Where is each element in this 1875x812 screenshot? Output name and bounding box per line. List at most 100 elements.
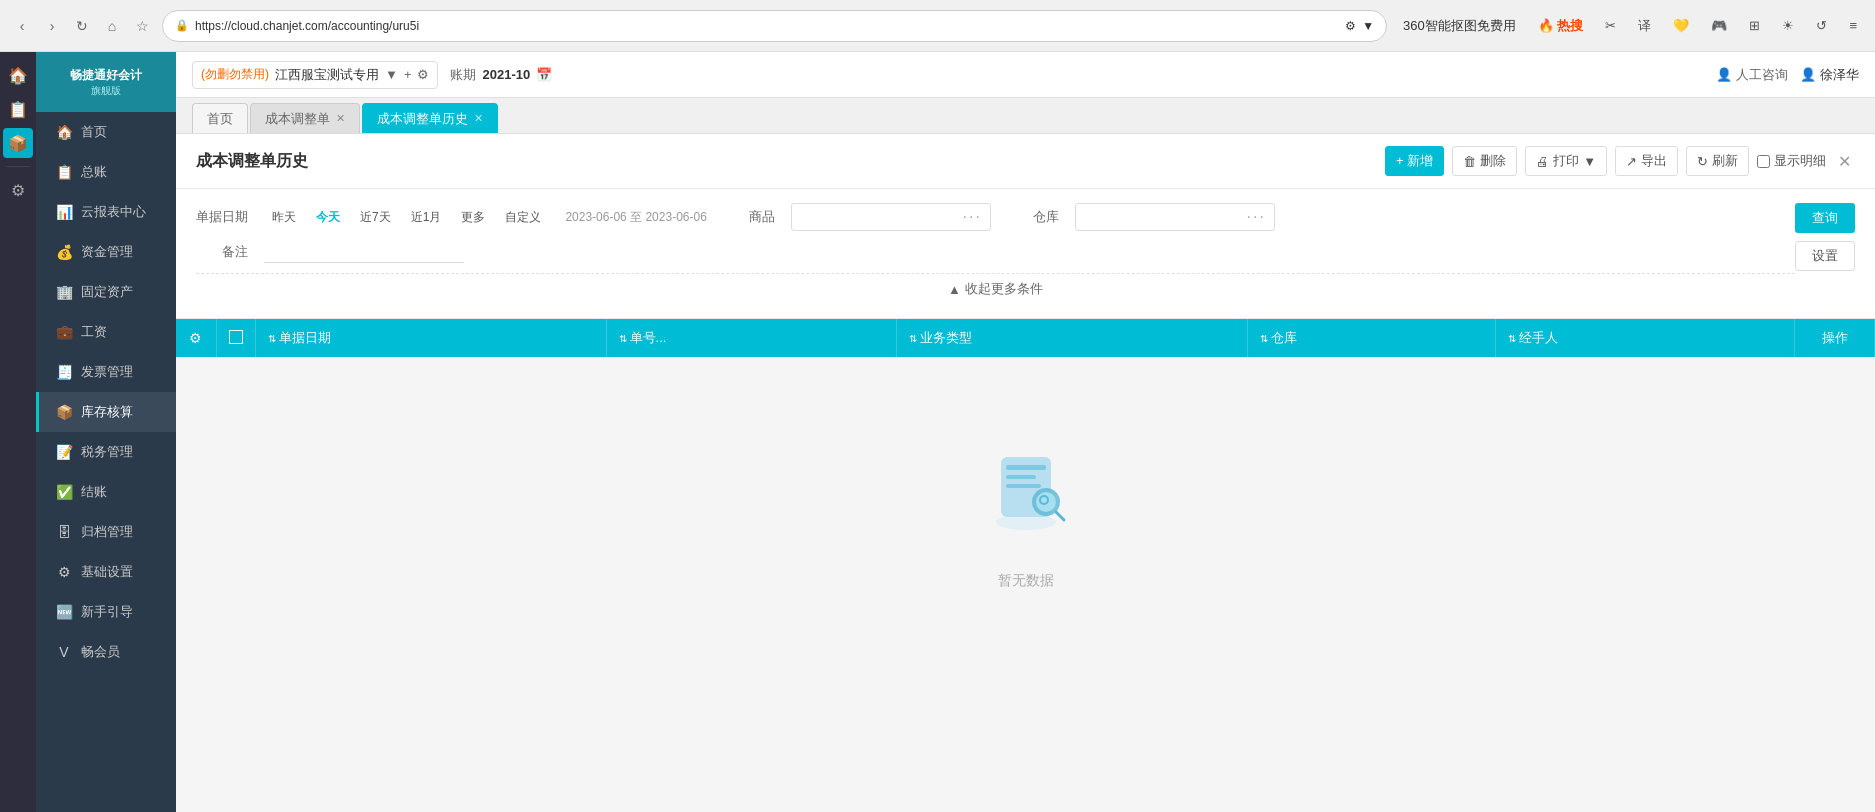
warehouse-filter-label: 仓库 — [1007, 208, 1059, 226]
new-btn[interactable]: + 新增 — [1385, 146, 1444, 176]
th-number[interactable]: 单号... — [606, 319, 897, 357]
th-gear[interactable]: ⚙ — [176, 319, 216, 357]
address-bar[interactable]: 🔒 https://cloud.chanjet.com/accounting/u… — [162, 10, 1387, 42]
th-checkbox[interactable] — [216, 319, 255, 357]
user-btn[interactable]: 👤 徐泽华 — [1800, 66, 1859, 84]
th-date[interactable]: 单据日期 — [255, 319, 606, 357]
export-btn[interactable]: ↗ 导出 — [1615, 146, 1678, 176]
filter-row-2: 备注 — [196, 241, 1795, 263]
header-checkbox[interactable] — [229, 330, 243, 344]
game-tool[interactable]: 🎮 — [1703, 14, 1735, 37]
tab-cost-adjust-history-close[interactable]: ✕ — [474, 112, 483, 125]
collapse-btn[interactable]: ▲ 收起更多条件 — [196, 273, 1795, 304]
calendar-icon[interactable]: 📅 — [536, 67, 552, 82]
home-button[interactable]: ⌂ — [100, 14, 124, 38]
sidebar-item-assets[interactable]: 🏢 固定资产 — [36, 272, 176, 312]
sidebar-item-salary[interactable]: 💼 工资 — [36, 312, 176, 352]
remark-input[interactable] — [264, 241, 464, 263]
sidebar-item-vip[interactable]: V 畅会员 — [36, 632, 176, 672]
sidebar-nav: 🏠 首页 📋 总账 📊 云报表中心 💰 资金管理 🏢 固定资产 💼 工资 — [36, 112, 176, 812]
company-settings-icon: ⚙ — [417, 67, 429, 82]
funds-icon: 💰 — [55, 244, 73, 260]
settings-icon: ⚙ — [55, 564, 73, 580]
tab-cost-adjust-history[interactable]: 成本调整单历史 ✕ — [362, 103, 498, 133]
tab-bar: 首页 成本调整单 ✕ 成本调整单历史 ✕ — [176, 98, 1875, 134]
sidebar-item-invoice[interactable]: 🧾 发票管理 — [36, 352, 176, 392]
tab-cost-adjust-close[interactable]: ✕ — [336, 112, 345, 125]
sidebar-label-tax: 税务管理 — [81, 443, 133, 461]
consult-label: 人工咨询 — [1736, 66, 1788, 84]
th-warehouse[interactable]: 仓库 — [1248, 319, 1495, 357]
export-icon: ↗ — [1626, 154, 1637, 169]
svg-line-7 — [1056, 512, 1064, 520]
iconbar-item-1[interactable]: 🏠 — [3, 60, 33, 90]
reports-icon: 📊 — [55, 204, 73, 220]
menu-tool[interactable]: ≡ — [1841, 14, 1865, 37]
back-button[interactable]: ‹ — [10, 14, 34, 38]
iconbar-item-active[interactable]: 📦 — [3, 128, 33, 158]
forward-button[interactable]: › — [40, 14, 64, 38]
th-handler[interactable]: 经手人 — [1495, 319, 1794, 357]
print-dropdown: ▼ — [1583, 154, 1596, 169]
sidebar-item-home[interactable]: 🏠 首页 — [36, 112, 176, 152]
period-info: 账期 2021-10 📅 — [450, 66, 552, 84]
goods-select[interactable]: ··· — [791, 203, 991, 231]
grid-tool[interactable]: ⊞ — [1741, 14, 1768, 37]
th-biz-type[interactable]: 业务类型 — [897, 319, 1248, 357]
app-logo[interactable]: 畅捷通好会计 旗舰版 — [36, 52, 176, 112]
star-button[interactable]: ☆ — [130, 14, 154, 38]
export-label: 导出 — [1641, 152, 1667, 170]
sidebar-item-funds[interactable]: 💰 资金管理 — [36, 232, 176, 272]
closing-icon: ✅ — [55, 484, 73, 500]
refresh-btn[interactable]: ↻ 刷新 — [1686, 146, 1749, 176]
delete-btn[interactable]: 🗑 删除 — [1452, 146, 1517, 176]
data-table: ⚙ 单据日期 单号... 业务类型 仓库 经手人 操作 — [176, 319, 1875, 357]
print-btn[interactable]: 🖨 打印 ▼ — [1525, 146, 1607, 176]
company-selector[interactable]: (勿删勿禁用) 江西服宝测试专用 ▼ + ⚙ — [192, 61, 438, 89]
translate-tool[interactable]: 译 — [1630, 13, 1659, 39]
shortcut-7days[interactable]: 近7天 — [352, 207, 399, 228]
empty-text: 暂无数据 — [998, 572, 1054, 590]
show-detail-checkbox[interactable]: 显示明细 — [1757, 152, 1826, 170]
consult-icon: 👤 — [1716, 67, 1732, 82]
sidebar-item-ledger[interactable]: 📋 总账 — [36, 152, 176, 192]
search-360-btn[interactable]: 360智能抠图免费用 — [1395, 13, 1524, 39]
wallet-tool[interactable]: 💛 — [1665, 14, 1697, 37]
reload-button[interactable]: ↻ — [70, 14, 94, 38]
tab-home[interactable]: 首页 — [192, 103, 248, 133]
iconbar-item-2[interactable]: 📋 — [3, 94, 33, 124]
show-detail-input[interactable] — [1757, 155, 1770, 168]
warehouse-select[interactable]: ··· — [1075, 203, 1275, 231]
shortcut-1month[interactable]: 近1月 — [403, 207, 450, 228]
history-tool[interactable]: ↺ — [1808, 14, 1835, 37]
dropdown-icon: ▼ — [1362, 19, 1374, 33]
shortcut-more[interactable]: 更多 — [453, 207, 493, 228]
assets-icon: 🏢 — [55, 284, 73, 300]
consult-btn[interactable]: 👤 人工咨询 — [1716, 66, 1788, 84]
sidebar-item-settings[interactable]: ⚙ 基础设置 — [36, 552, 176, 592]
delete-label: 删除 — [1480, 152, 1506, 170]
query-btn[interactable]: 查询 — [1795, 203, 1855, 233]
browser-nav-buttons: ‹ › ↻ ⌂ ☆ — [10, 14, 154, 38]
theme-tool[interactable]: ☀ — [1774, 14, 1802, 37]
sidebar-item-guide[interactable]: 🆕 新手引导 — [36, 592, 176, 632]
sidebar-item-archive[interactable]: 🗄 归档管理 — [36, 512, 176, 552]
gear-icon[interactable]: ⚙ — [189, 330, 202, 346]
sidebar-item-inventory[interactable]: 📦 库存核算 — [36, 392, 176, 432]
sidebar-item-reports[interactable]: 📊 云报表中心 — [36, 192, 176, 232]
page-title: 成本调整单历史 — [196, 151, 308, 172]
shortcut-yesterday[interactable]: 昨天 — [264, 207, 304, 228]
sidebar-item-tax[interactable]: 📝 税务管理 — [36, 432, 176, 472]
iconbar-item-3[interactable]: ⚙ — [3, 175, 33, 205]
filter-settings-btn[interactable]: 设置 — [1795, 241, 1855, 271]
tab-cost-adjust[interactable]: 成本调整单 ✕ — [250, 103, 360, 133]
sidebar-item-closing[interactable]: ✅ 结账 — [36, 472, 176, 512]
shortcut-custom[interactable]: 自定义 — [497, 207, 549, 228]
scissors-tool[interactable]: ✂ — [1597, 14, 1624, 37]
page-close-btn[interactable]: ✕ — [1834, 148, 1855, 175]
sidebar-label-salary: 工资 — [81, 323, 107, 341]
refresh-icon: ↻ — [1697, 154, 1708, 169]
filter-actions: 查询 设置 — [1795, 203, 1855, 271]
shortcut-today[interactable]: 今天 — [308, 207, 348, 228]
sidebar-label-ledger: 总账 — [81, 163, 107, 181]
